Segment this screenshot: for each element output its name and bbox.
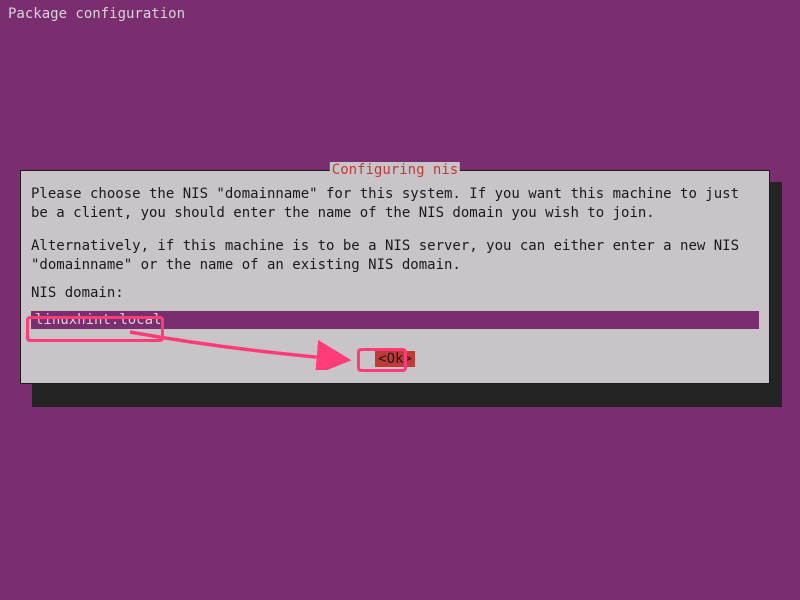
button-row: <Ok> (31, 351, 759, 367)
nis-domain-input-wrap (31, 311, 759, 329)
dialog-body-paragraph-2: Alternatively, if this machine is to be … (31, 237, 759, 275)
dialog-frame-title: Configuring nis (330, 162, 460, 178)
config-dialog: Configuring nis Please choose the NIS "d… (20, 170, 770, 384)
page-title: Package configuration (8, 6, 185, 22)
dialog-body-paragraph-1: Please choose the NIS "domainname" for t… (31, 185, 759, 223)
ok-button[interactable]: <Ok> (375, 351, 415, 367)
nis-domain-input[interactable] (31, 311, 759, 329)
nis-domain-label: NIS domain: (31, 285, 759, 301)
